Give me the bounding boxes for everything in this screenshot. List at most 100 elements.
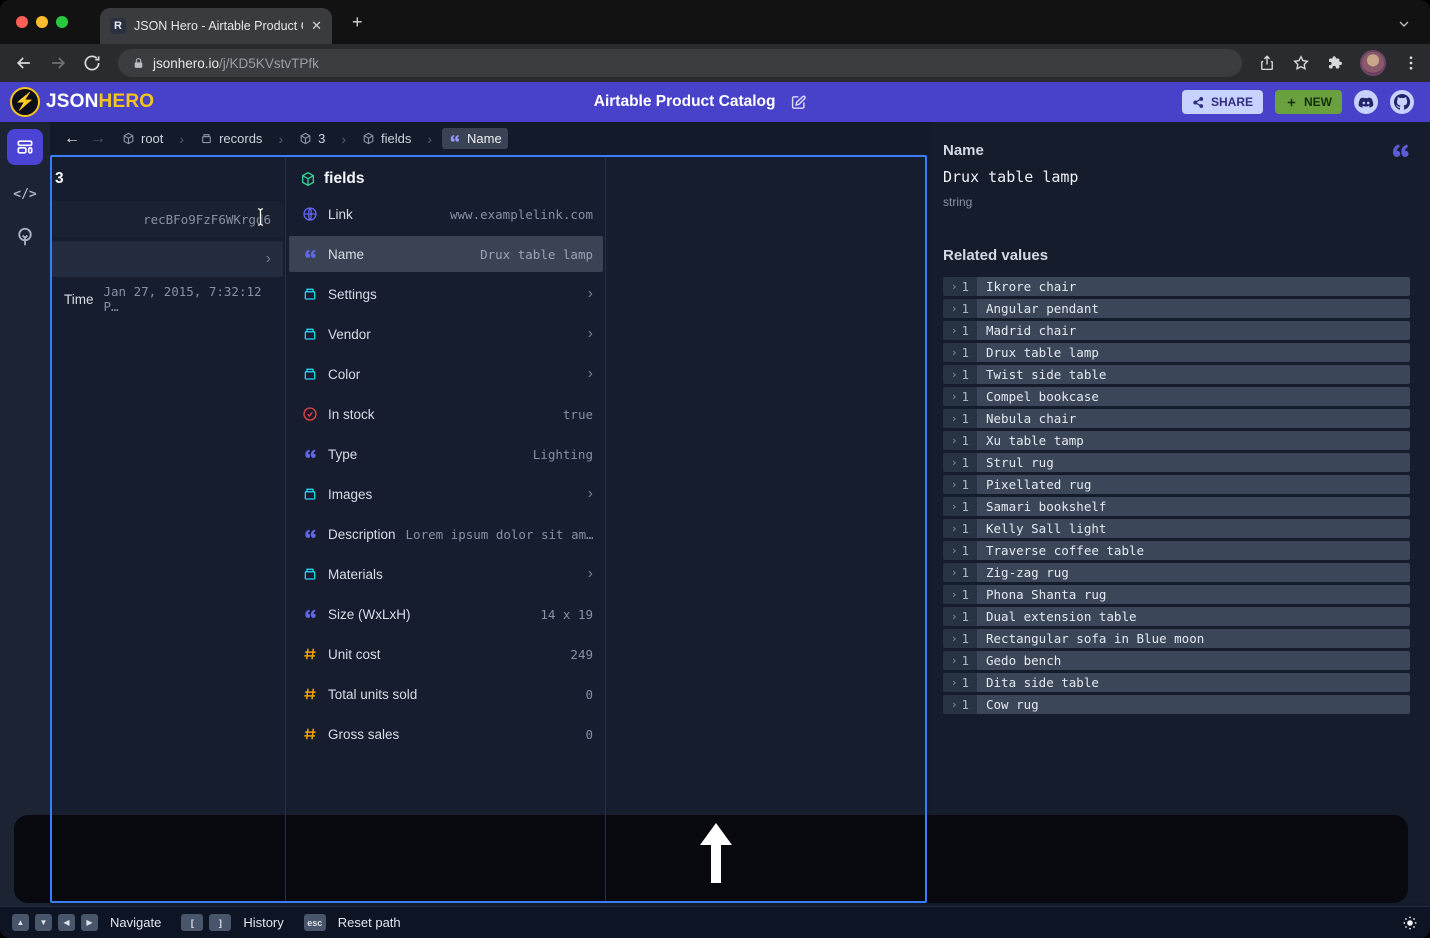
- related-value-badge[interactable]: ›1: [943, 299, 977, 318]
- related-value-row[interactable]: ›1Nebula chair: [943, 409, 1410, 428]
- extensions-puzzle-icon[interactable]: [1326, 54, 1344, 72]
- breadcrumb-item-records[interactable]: records: [194, 128, 268, 149]
- related-value-badge[interactable]: ›1: [943, 541, 977, 560]
- related-value-row[interactable]: ›1Twist side table: [943, 365, 1410, 384]
- related-value-badge[interactable]: ›1: [943, 453, 977, 472]
- related-value-badge[interactable]: ›1: [943, 519, 977, 538]
- forward-icon[interactable]: [48, 53, 68, 73]
- related-value-badge[interactable]: ›1: [943, 497, 977, 516]
- field-row-settings[interactable]: Settings›: [289, 276, 603, 312]
- related-value-row[interactable]: ›1Phona Shanta rug: [943, 585, 1410, 604]
- minimize-window-button[interactable]: [36, 16, 48, 28]
- inspector-title: Name: [943, 142, 1410, 159]
- column-view-icon[interactable]: [7, 129, 43, 165]
- field-row-images[interactable]: Images›: [289, 476, 603, 512]
- related-value-badge[interactable]: ›1: [943, 387, 977, 406]
- createdtime-value: Jan 27, 2015, 7:32:12 P…: [104, 284, 272, 314]
- chevron-right-icon: ›: [588, 286, 593, 302]
- breadcrumb-item-fields[interactable]: fields: [356, 128, 417, 149]
- related-value-row[interactable]: ›1Strul rug: [943, 453, 1410, 472]
- related-value-badge[interactable]: ›1: [943, 321, 977, 340]
- share-page-icon[interactable]: [1258, 54, 1276, 72]
- related-value-badge[interactable]: ›1: [943, 695, 977, 714]
- related-value-row[interactable]: ›1Pixellated rug: [943, 475, 1410, 494]
- new-button[interactable]: NEW: [1275, 90, 1342, 114]
- address-bar[interactable]: jsonhero.io/j/KD5KVstvTPfk: [118, 49, 1242, 77]
- field-row-color[interactable]: Color›: [289, 356, 603, 392]
- field-row-vendor[interactable]: Vendor›: [289, 316, 603, 352]
- back-icon[interactable]: [14, 53, 34, 73]
- share-icon: [1192, 96, 1205, 109]
- related-value-badge[interactable]: ›1: [943, 409, 977, 428]
- field-row-link[interactable]: Linkwww.examplelink.com: [289, 196, 603, 232]
- discord-icon[interactable]: [1354, 90, 1378, 114]
- reload-icon[interactable]: [82, 53, 102, 73]
- field-row-name[interactable]: NameDrux table lamp: [289, 236, 603, 272]
- related-value-row[interactable]: ›1Madrid chair: [943, 321, 1410, 340]
- related-value-badge[interactable]: ›1: [943, 365, 977, 384]
- related-value-badge[interactable]: ›1: [943, 629, 977, 648]
- window-controls[interactable]: [16, 16, 68, 28]
- quotes-icon: [448, 132, 461, 145]
- edit-title-icon[interactable]: [789, 94, 806, 111]
- browser-menu-icon[interactable]: [1402, 54, 1420, 72]
- tab-close-icon[interactable]: ✕: [311, 18, 322, 34]
- breadcrumb-item-root[interactable]: root: [116, 128, 169, 149]
- related-value-badge[interactable]: ›1: [943, 607, 977, 626]
- record-createdtime-row[interactable]: Time Jan 27, 2015, 7:32:12 P…: [52, 281, 283, 317]
- related-value-badge[interactable]: ›1: [943, 673, 977, 692]
- browser-tab[interactable]: R JSON Hero - Airtable Product C ✕: [100, 8, 332, 44]
- zoom-window-button[interactable]: [56, 16, 68, 28]
- breadcrumb-back-icon[interactable]: ←: [64, 130, 80, 148]
- record-fields-row[interactable]: ›: [52, 241, 283, 277]
- related-value-row[interactable]: ›1Rectangular sofa in Blue moon: [943, 629, 1410, 648]
- breadcrumb-forward-icon[interactable]: →: [90, 130, 106, 148]
- related-value-row[interactable]: ›1Dual extension table: [943, 607, 1410, 626]
- field-row-gross-sales[interactable]: Gross sales0: [289, 716, 603, 752]
- related-value-row[interactable]: ›1Gedo bench: [943, 651, 1410, 670]
- bookmark-star-icon[interactable]: [1292, 54, 1310, 72]
- related-value-badge[interactable]: ›1: [943, 563, 977, 582]
- related-value-badge[interactable]: ›1: [943, 651, 977, 670]
- profile-avatar[interactable]: [1360, 50, 1386, 76]
- field-value: 249: [570, 647, 593, 662]
- related-value-row[interactable]: ›1Cow rug: [943, 695, 1410, 714]
- related-value-row[interactable]: ›1Compel bookcase: [943, 387, 1410, 406]
- related-value-row[interactable]: ›1Dita side table: [943, 673, 1410, 692]
- record-id-row[interactable]: recBFo9FzF6WKrgd6: [52, 201, 283, 237]
- tree-view-icon[interactable]: [13, 225, 37, 249]
- field-row-size-wxlxh-[interactable]: Size (WxLxH)14 x 19: [289, 596, 603, 632]
- related-value-row[interactable]: ›1Traverse coffee table: [943, 541, 1410, 560]
- related-value-row[interactable]: ›1Angular pendant: [943, 299, 1410, 318]
- related-value-row[interactable]: ›1Xu table tamp: [943, 431, 1410, 450]
- related-value-row[interactable]: ›1Ikrore chair: [943, 277, 1410, 296]
- field-row-type[interactable]: TypeLighting: [289, 436, 603, 472]
- related-value-badge[interactable]: ›1: [943, 585, 977, 604]
- field-row-materials[interactable]: Materials›: [289, 556, 603, 592]
- field-label: Images: [328, 487, 372, 502]
- cube-icon: [299, 132, 312, 145]
- field-row-total-units-sold[interactable]: Total units sold0: [289, 676, 603, 712]
- breadcrumb-item-3[interactable]: 3: [293, 128, 331, 149]
- github-icon[interactable]: [1390, 90, 1414, 114]
- jsonhero-logo[interactable]: ⚡ JSONHERO: [10, 87, 154, 117]
- related-value-row[interactable]: ›1Drux table lamp: [943, 343, 1410, 362]
- field-row-unit-cost[interactable]: Unit cost249: [289, 636, 603, 672]
- field-row-in-stock[interactable]: In stocktrue: [289, 396, 603, 432]
- close-window-button[interactable]: [16, 16, 28, 28]
- breadcrumb-item-name[interactable]: Name: [442, 128, 508, 149]
- related-value-badge[interactable]: ›1: [943, 475, 977, 494]
- document-title: Airtable Product Catalog: [594, 93, 776, 111]
- chevron-down-icon[interactable]: [1396, 16, 1412, 32]
- new-tab-button[interactable]: +: [352, 14, 363, 30]
- field-row-description[interactable]: DescriptionLorem ipsum dolor sit am…: [289, 516, 603, 552]
- json-view-icon[interactable]: </>: [13, 182, 37, 206]
- related-value-row[interactable]: ›1Samari bookshelf: [943, 497, 1410, 516]
- related-value-row[interactable]: ›1Zig-zag rug: [943, 563, 1410, 582]
- share-button[interactable]: SHARE: [1182, 90, 1263, 114]
- theme-toggle-sun-icon[interactable]: [1402, 915, 1418, 931]
- related-value-badge[interactable]: ›1: [943, 431, 977, 450]
- related-value-badge[interactable]: ›1: [943, 277, 977, 296]
- related-value-badge[interactable]: ›1: [943, 343, 977, 362]
- related-value-row[interactable]: ›1Kelly Sall light: [943, 519, 1410, 538]
